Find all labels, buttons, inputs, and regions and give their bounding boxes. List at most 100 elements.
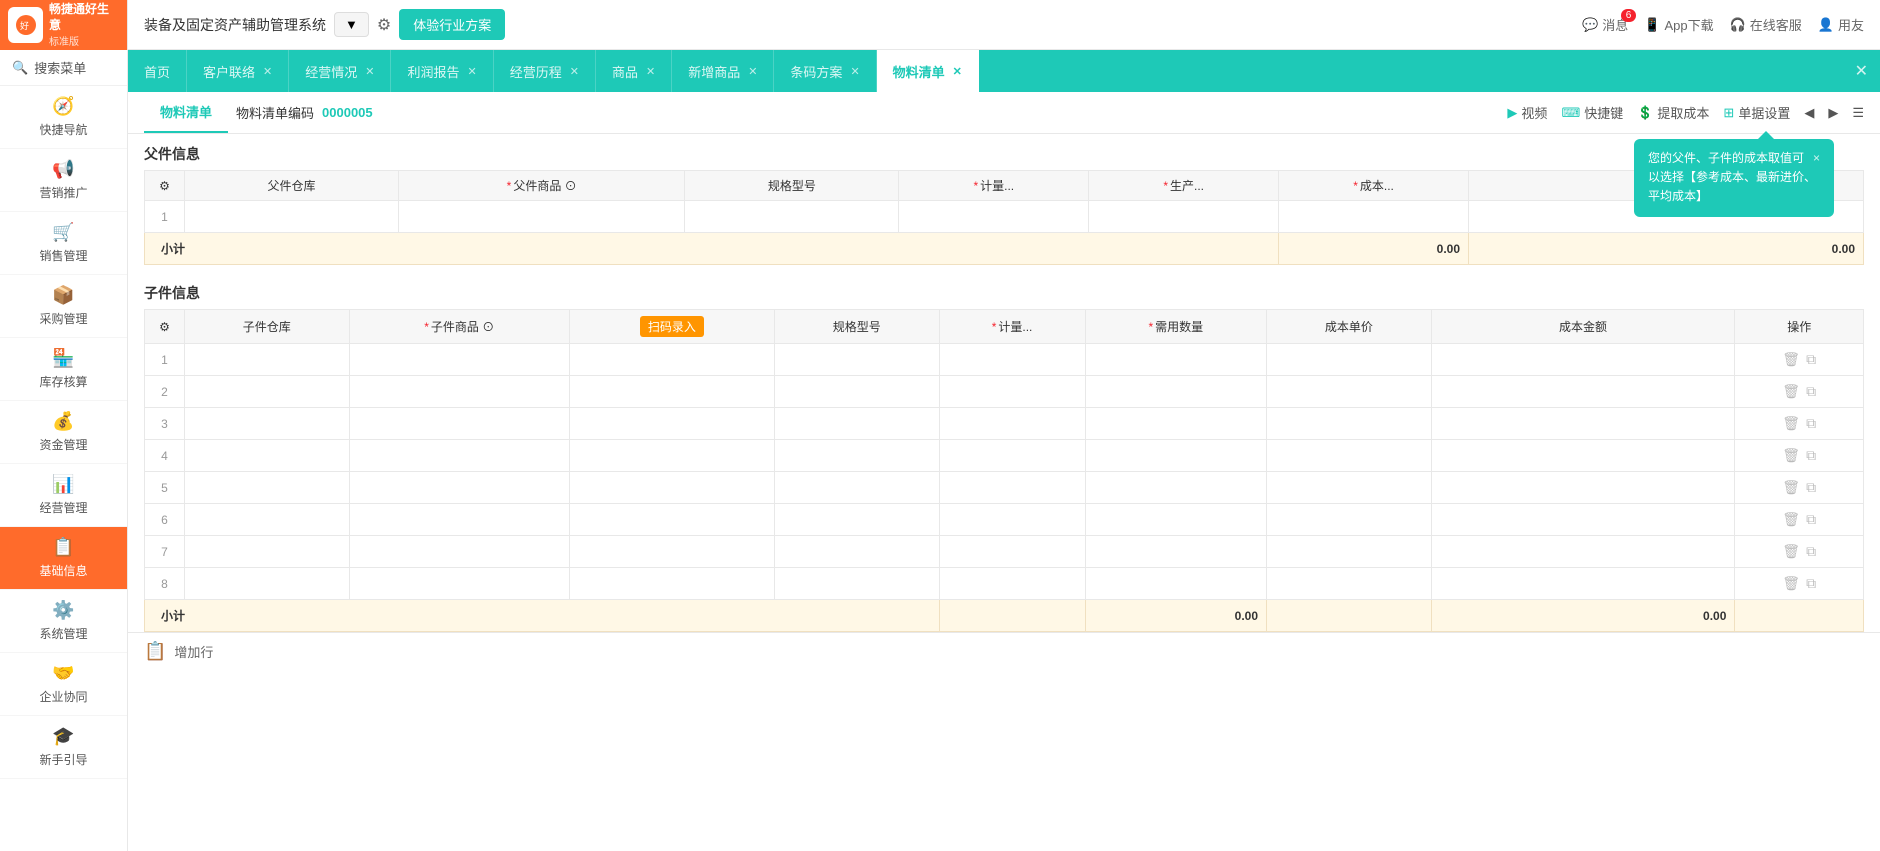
sidebar-item-finance[interactable]: 💰 资金管理 [0,401,127,464]
tab-business[interactable]: 经营情况 ✕ [289,50,391,92]
parent-cell-spec[interactable] [685,201,899,233]
tab-barcode-close[interactable]: ✕ [850,65,859,78]
system-dropdown[interactable]: ▼ [334,12,369,37]
add-row-icon[interactable]: 📋 [144,641,166,662]
child-row-7-warehouse[interactable] [185,536,350,568]
delete-icon-1[interactable]: 🗑 [1782,351,1800,368]
child-row-4-goods[interactable] [349,440,569,472]
child-row-3-goods[interactable] [349,408,569,440]
delete-icon-4[interactable]: 🗑 [1782,447,1800,464]
tab-home[interactable]: 首页 [128,50,187,92]
tab-history[interactable]: 经营历程 ✕ [494,50,596,92]
child-row-8-qty[interactable] [1085,568,1266,600]
child-row-2-goods[interactable] [349,376,569,408]
child-row-3-unit-cost[interactable] [1267,408,1432,440]
delete-icon-5[interactable]: 🗑 [1782,479,1800,496]
child-row-4-unit[interactable] [939,440,1085,472]
copy-icon-3[interactable]: ⧉ [1806,415,1816,432]
child-row-5-unit[interactable] [939,472,1085,504]
child-row-3-spec[interactable] [774,408,939,440]
child-row-8-unit-cost[interactable] [1267,568,1432,600]
child-row-5-warehouse[interactable] [185,472,350,504]
user-btn[interactable]: 👤 用友 [1818,15,1864,34]
close-all-tabs[interactable]: ✕ [1843,61,1880,81]
copy-icon-8[interactable]: ⧉ [1806,575,1816,592]
child-row-6-goods[interactable] [349,504,569,536]
child-row-1-qty[interactable] [1085,344,1266,376]
child-row-5-spec[interactable] [774,472,939,504]
parent-cell-goods[interactable] [398,201,684,233]
toolbar-nav-left[interactable]: ◀ [1804,105,1814,121]
copy-icon-7[interactable]: ⧉ [1806,543,1816,560]
child-row-6-unit-cost[interactable] [1267,504,1432,536]
message-btn[interactable]: 💬 消息 6 [1582,15,1628,34]
settings-gear-icon[interactable]: ⚙ [377,15,391,35]
tab-new-goods[interactable]: 新增商品 ✕ [672,50,774,92]
tab-barcode[interactable]: 条码方案 ✕ [774,50,876,92]
sidebar-item-operation[interactable]: 📊 经营管理 [0,464,127,527]
child-row-7-unit-cost[interactable] [1267,536,1432,568]
child-row-6-unit[interactable] [939,504,1085,536]
child-row-5-unit-cost[interactable] [1267,472,1432,504]
child-row-6-qty[interactable] [1085,504,1266,536]
tab-business-close[interactable]: ✕ [365,65,374,78]
child-row-1-unit[interactable] [939,344,1085,376]
sidebar-item-basic-info[interactable]: 📋 基础信息 [0,527,127,590]
copy-icon-5[interactable]: ⧉ [1806,479,1816,496]
online-service-btn[interactable]: 🎧 在线客服 [1730,15,1802,34]
tab-customer-close[interactable]: ✕ [263,65,272,78]
sidebar-search[interactable]: 🔍 搜索菜单 [0,50,127,86]
sidebar-item-guide[interactable]: 🎓 新手引导 [0,716,127,779]
tab-bom[interactable]: 物料清单 ✕ [877,50,979,92]
child-row-7-unit[interactable] [939,536,1085,568]
toolbar-extract-cost[interactable]: 💲 提取成本 [1637,103,1709,122]
child-row-2-unit-cost[interactable] [1267,376,1432,408]
delete-icon-2[interactable]: 🗑 [1782,383,1800,400]
tab-goods[interactable]: 商品 ✕ [596,50,672,92]
sidebar-item-sales[interactable]: 🛒 销售管理 [0,212,127,275]
toolbar-video[interactable]: ▶ 视频 [1507,103,1547,122]
toolbar-single-setting[interactable]: ⊞ 单据设置 [1723,103,1790,122]
sidebar-item-marketing[interactable]: 📢 营销推广 [0,149,127,212]
child-row-8-spec[interactable] [774,568,939,600]
copy-icon-2[interactable]: ⧉ [1806,383,1816,400]
toolbar-nav-right[interactable]: ▶ [1828,105,1838,121]
sub-tab-bom-list[interactable]: 物料清单 [144,92,228,133]
child-row-8-warehouse[interactable] [185,568,350,600]
copy-icon-1[interactable]: ⧉ [1806,351,1816,368]
toolbar-list-view[interactable]: ☰ [1852,105,1864,121]
parent-cell-cost[interactable] [1279,201,1469,233]
child-row-7-goods[interactable] [349,536,569,568]
child-row-3-unit[interactable] [939,408,1085,440]
scan-input-btn[interactable]: 扫码录入 [640,316,704,337]
tab-bom-close[interactable]: ✕ [953,65,962,78]
child-row-2-warehouse[interactable] [185,376,350,408]
child-row-1-unit-cost[interactable] [1267,344,1432,376]
child-row-7-qty[interactable] [1085,536,1266,568]
tooltip-close-btn[interactable]: × [1813,149,1820,168]
sidebar-item-system[interactable]: ⚙️ 系统管理 [0,590,127,653]
child-row-2-qty[interactable] [1085,376,1266,408]
child-row-3-warehouse[interactable] [185,408,350,440]
tab-new-goods-close[interactable]: ✕ [748,65,757,78]
sidebar-item-inventory[interactable]: 🏪 库存核算 [0,338,127,401]
child-row-7-spec[interactable] [774,536,939,568]
tab-profit-close[interactable]: ✕ [468,65,477,78]
copy-icon-6[interactable]: ⧉ [1806,511,1816,528]
tab-customer[interactable]: 客户联络 ✕ [187,50,289,92]
delete-icon-6[interactable]: 🗑 [1782,511,1800,528]
child-row-8-unit[interactable] [939,568,1085,600]
trial-btn[interactable]: 体验行业方案 [399,9,505,40]
tab-profit[interactable]: 利润报告 ✕ [391,50,493,92]
copy-icon-4[interactable]: ⧉ [1806,447,1816,464]
parent-cell-unit[interactable] [899,201,1089,233]
delete-icon-7[interactable]: 🗑 [1782,543,1800,560]
child-row-4-qty[interactable] [1085,440,1266,472]
app-download-btn[interactable]: 📱 App下载 [1644,15,1713,34]
tab-goods-close[interactable]: ✕ [646,65,655,78]
child-col-scan[interactable]: 扫码录入 [569,310,774,344]
child-row-6-spec[interactable] [774,504,939,536]
sidebar-item-enterprise[interactable]: 🤝 企业协同 [0,653,127,716]
child-row-2-unit[interactable] [939,376,1085,408]
child-row-6-warehouse[interactable] [185,504,350,536]
